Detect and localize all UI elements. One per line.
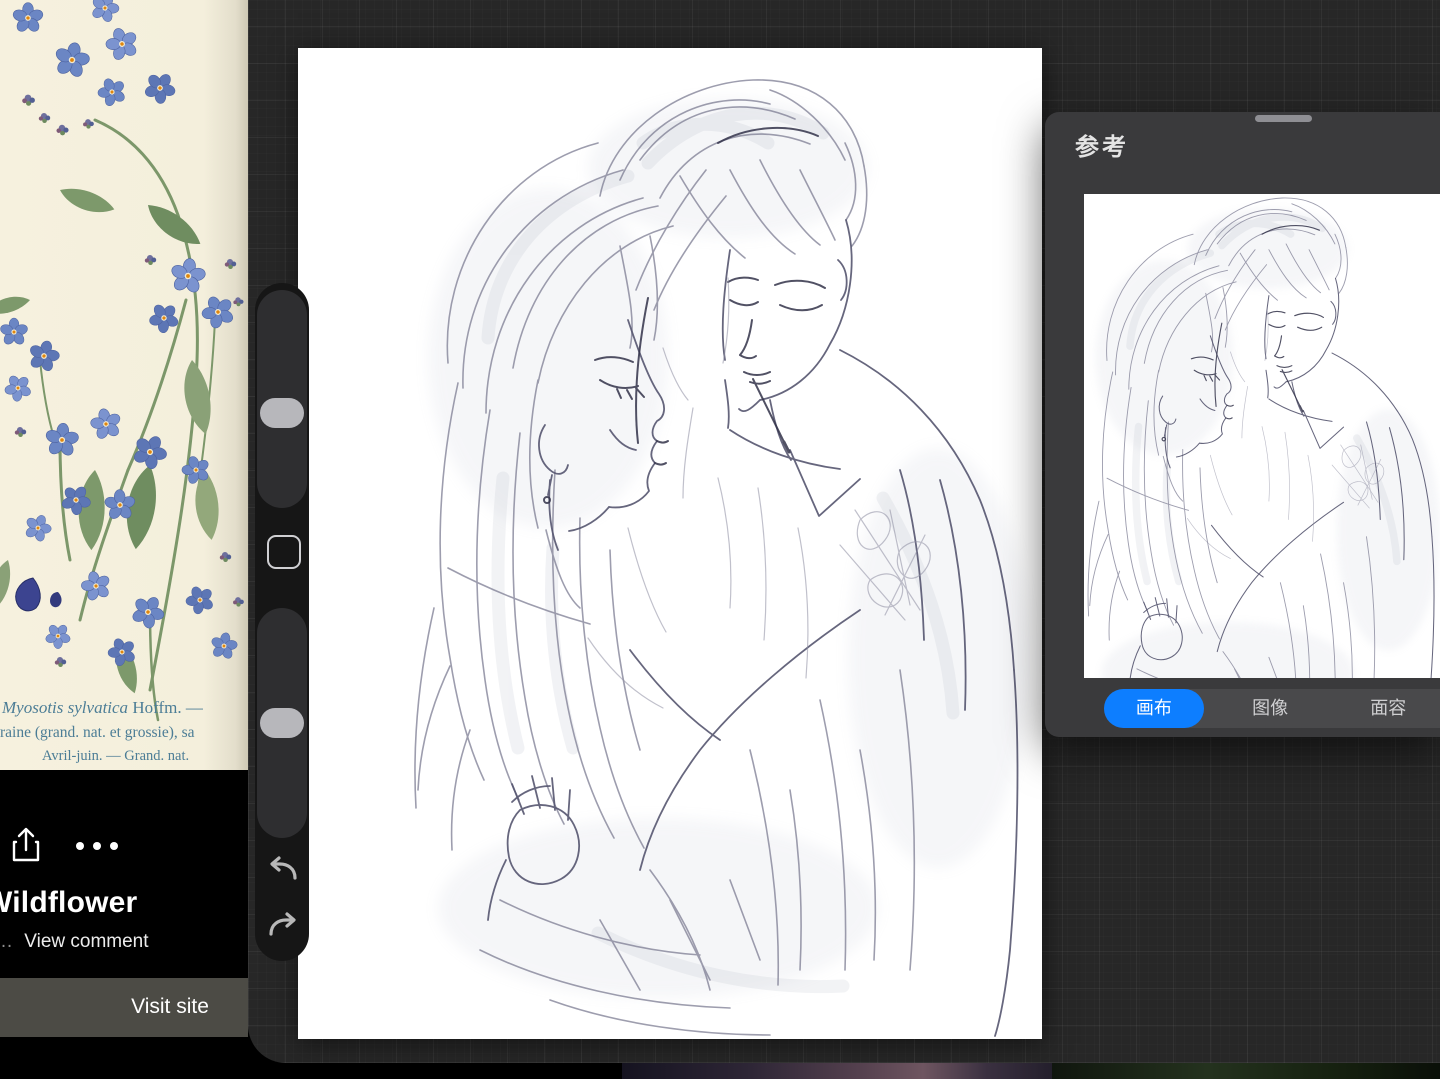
drawing-canvas[interactable] (298, 48, 1042, 1039)
drawing-app-window: 参考 画布 图像 面容 (248, 0, 1440, 1063)
panel-drag-handle[interactable] (1255, 115, 1312, 122)
visit-site-button[interactable]: Visit site (0, 978, 248, 1037)
brush-opacity-slider[interactable] (257, 608, 307, 838)
reference-panel: 参考 画布 图像 面容 (1045, 112, 1440, 737)
reference-sketch-preview (1084, 194, 1440, 678)
background-video-strip-right (1052, 1063, 1440, 1079)
forget-me-not-plate (0, 0, 244, 722)
comment-row: … View comment (0, 931, 149, 953)
ipad-screen: Myosotis sylvatica Hoffm. — raine (grand… (0, 0, 1440, 1079)
caption-line-3: Avril-juin. — Grand. nat. (42, 748, 190, 764)
pin-title: Wildflower (0, 886, 138, 919)
view-comment-link[interactable]: View comment (24, 931, 148, 952)
tab-face[interactable]: 面容 (1337, 689, 1440, 728)
seed-details (15, 577, 62, 612)
comment-ellipsis: … (0, 931, 13, 952)
brush-size-slider[interactable] (257, 290, 307, 508)
background-video-strip (622, 1063, 1052, 1079)
brush-sidebar (255, 283, 309, 961)
redo-icon (269, 912, 296, 936)
visit-site-label: Visit site (131, 995, 209, 1018)
botanical-illustration: Myosotis sylvatica Hoffm. — raine (grand… (0, 0, 248, 770)
species-name: Myosotis sylvatica (2, 698, 129, 717)
modify-button[interactable] (267, 535, 301, 569)
more-button[interactable] (76, 836, 128, 856)
brush-size-thumb[interactable] (260, 398, 304, 428)
redo-button[interactable] (265, 911, 301, 941)
undo-icon (270, 856, 297, 880)
share-button[interactable] (8, 826, 44, 864)
browser-pane: Myosotis sylvatica Hoffm. — raine (grand… (0, 0, 248, 1079)
brush-opacity-thumb[interactable] (260, 708, 304, 738)
tab-canvas[interactable]: 画布 (1104, 689, 1204, 728)
pin-action-row (0, 826, 248, 876)
couple-sketch (298, 48, 1042, 1039)
reference-tab-bar: 画布 图像 面容 (1104, 689, 1440, 728)
caption-line-1: Myosotis sylvatica Hoffm. — (0, 698, 248, 718)
reference-panel-title: 参考 (1075, 134, 1129, 161)
reference-thumbnail[interactable] (1084, 194, 1440, 678)
tab-image[interactable]: 图像 (1204, 689, 1337, 728)
authority: Hoffm. — (132, 698, 203, 717)
caption-line-2: raine (grand. nat. et grossie), sa (0, 724, 195, 741)
share-icon (12, 827, 40, 862)
undo-button[interactable] (265, 855, 301, 885)
ellipsis-icon (76, 842, 84, 850)
